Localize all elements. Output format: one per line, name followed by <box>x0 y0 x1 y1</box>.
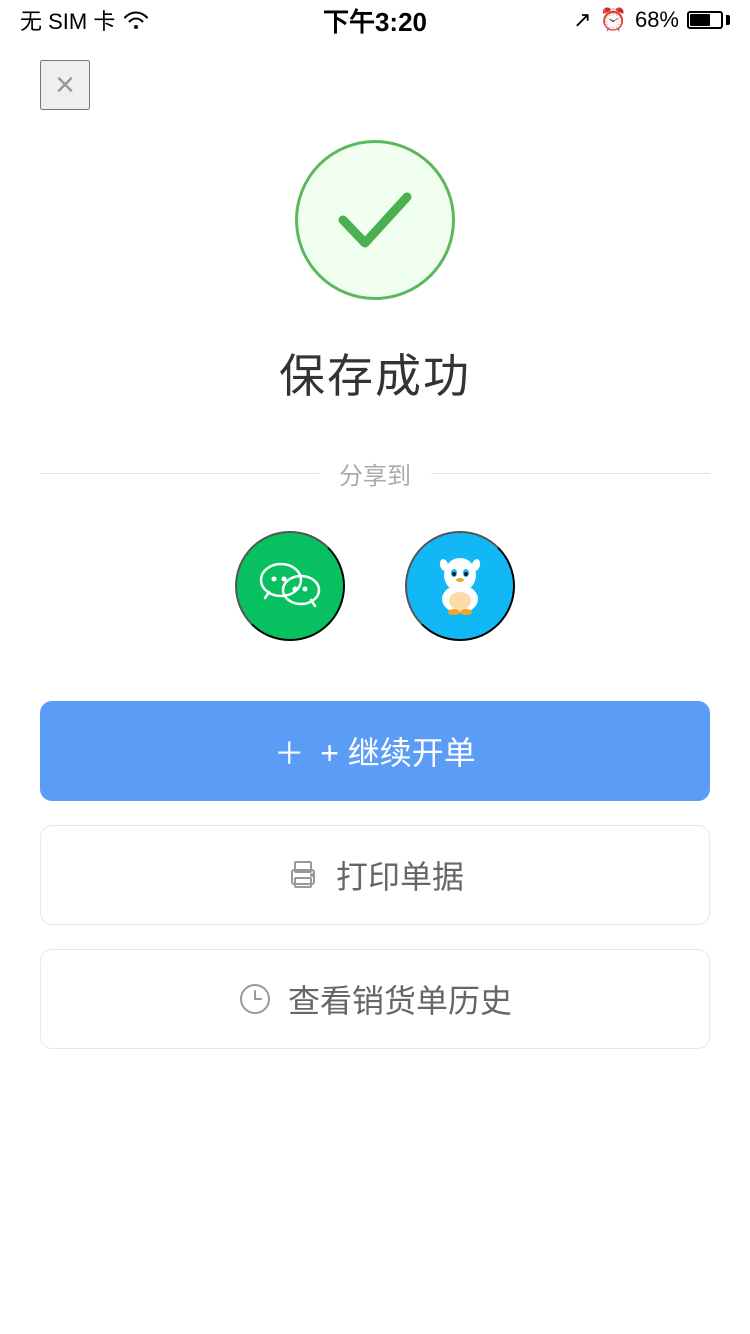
status-right: ↗ ⏰ 68% <box>573 7 730 33</box>
sim-text: 无 SIM 卡 <box>20 4 115 36</box>
close-icon: × <box>55 68 75 102</box>
wifi-icon <box>123 10 149 30</box>
action-buttons: ＋ + 继续开单 打印单据 查看销货单历 <box>40 701 710 1049</box>
print-label: 打印单据 <box>336 852 464 898</box>
history-icon <box>238 982 272 1016</box>
plus-icon: ＋ <box>274 729 304 773</box>
checkmark-icon <box>335 185 415 255</box>
success-circle <box>295 140 455 300</box>
status-bar: 无 SIM 卡 下午3:20 ↗ ⏰ 68% <box>0 0 750 40</box>
continue-label: + 继续开单 <box>320 728 476 774</box>
alarm-icon: ⏰ <box>600 7 627 33</box>
qq-icon <box>432 555 488 617</box>
history-button[interactable]: 查看销货单历史 <box>40 949 710 1049</box>
divider-right <box>431 473 710 474</box>
divider-left <box>40 473 319 474</box>
status-left: 无 SIM 卡 <box>20 4 149 36</box>
share-label: 分享到 <box>339 456 411 491</box>
share-divider: 分享到 <box>40 456 710 491</box>
printer-icon <box>286 860 320 890</box>
wechat-icon <box>259 558 321 614</box>
battery-icon <box>687 11 730 29</box>
print-button[interactable]: 打印单据 <box>40 825 710 925</box>
main-content: × 保存成功 分享到 <box>0 40 750 1089</box>
wechat-share-button[interactable] <box>235 531 345 641</box>
continue-button[interactable]: ＋ + 继续开单 <box>40 701 710 801</box>
social-icons <box>235 531 515 641</box>
qq-share-button[interactable] <box>405 531 515 641</box>
status-time: 下午3:20 <box>323 2 427 39</box>
battery-percent: 68% <box>635 7 679 33</box>
success-title: 保存成功 <box>279 340 471 406</box>
location-icon: ↗ <box>573 7 591 33</box>
history-label: 查看销货单历史 <box>288 976 512 1022</box>
close-button[interactable]: × <box>40 60 90 110</box>
